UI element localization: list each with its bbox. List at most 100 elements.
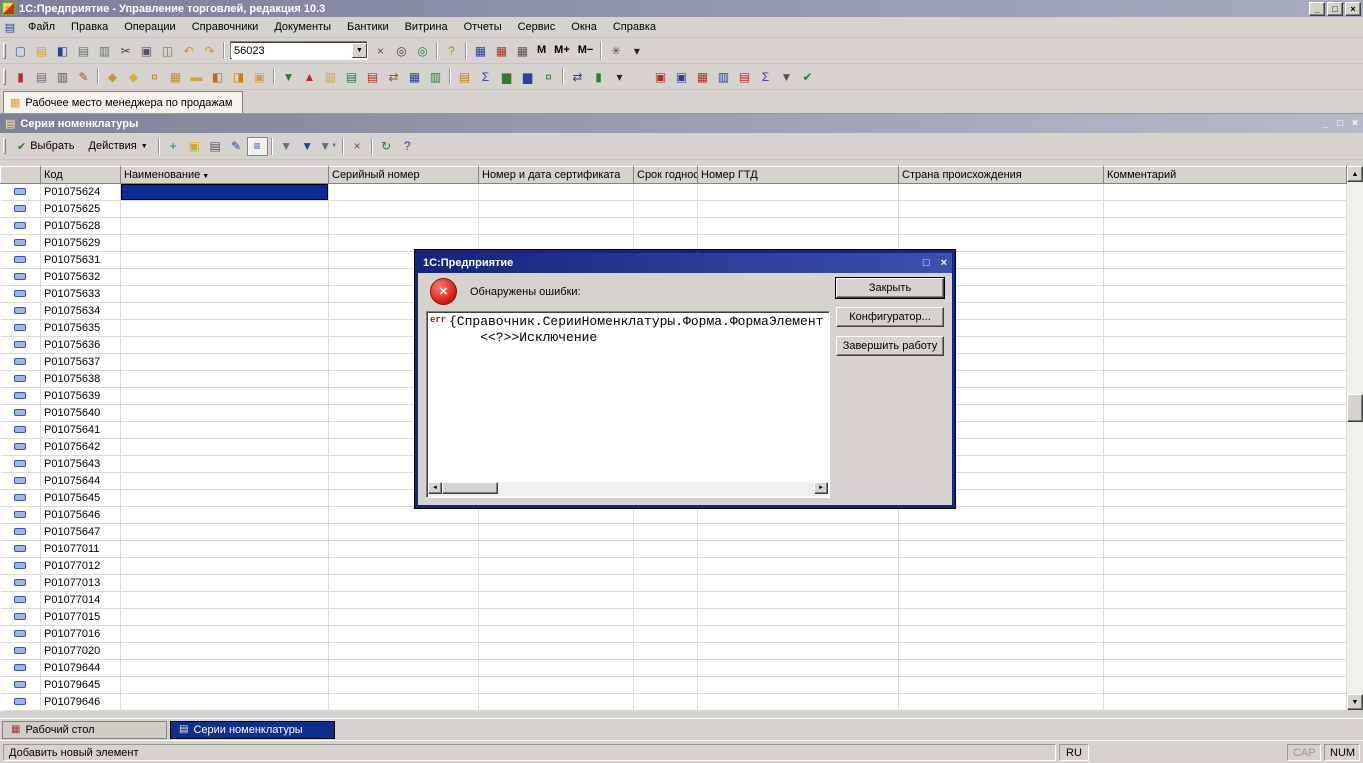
calculator-icon[interactable]: ▦ bbox=[512, 41, 533, 60]
cell[interactable] bbox=[478, 506, 634, 524]
toolbar-grip[interactable] bbox=[3, 68, 6, 85]
dialog-close-button[interactable]: × bbox=[941, 257, 947, 269]
error-text-area[interactable]: {Справочник.СерииНоменклатуры.Форма.Форм… bbox=[426, 311, 830, 498]
table-row[interactable]: P01075647 bbox=[0, 523, 1347, 541]
scroll-up-icon[interactable]: ▲ bbox=[1347, 166, 1363, 182]
cell[interactable] bbox=[697, 183, 899, 201]
invoice-icon[interactable]: ▥ bbox=[320, 67, 341, 86]
cell[interactable] bbox=[478, 540, 634, 558]
cell[interactable] bbox=[1103, 540, 1347, 558]
quick-select-combo-input[interactable] bbox=[231, 43, 352, 58]
table-row[interactable]: P01075629 bbox=[0, 234, 1347, 252]
menu-vitrina[interactable]: Витрина bbox=[397, 18, 456, 36]
cell-code[interactable]: P01077020 bbox=[40, 642, 121, 660]
child-minimize-button[interactable]: _ bbox=[1323, 118, 1329, 129]
green-journal-icon[interactable]: ▮ bbox=[588, 67, 609, 86]
cell[interactable] bbox=[898, 659, 1104, 677]
cell[interactable] bbox=[898, 506, 1104, 524]
cell[interactable] bbox=[633, 591, 698, 609]
cell-code[interactable]: P01075629 bbox=[40, 234, 121, 252]
scroll-down-icon[interactable]: ▼ bbox=[1347, 694, 1363, 710]
hint-icon[interactable]: ? bbox=[441, 41, 462, 60]
documents-journal-icon[interactable]: ▥ bbox=[52, 67, 73, 86]
cell-code[interactable]: P01075646 bbox=[40, 506, 121, 524]
crm-calendar-icon[interactable]: ▦ bbox=[692, 67, 713, 86]
save-icon[interactable]: ◧ bbox=[52, 41, 73, 60]
cell[interactable] bbox=[1103, 506, 1347, 524]
undo-icon[interactable]: ↶ bbox=[178, 41, 199, 60]
cell[interactable] bbox=[633, 642, 698, 660]
table-row[interactable]: P01077020 bbox=[0, 642, 1347, 660]
cell[interactable] bbox=[120, 251, 329, 269]
cell[interactable] bbox=[1103, 319, 1347, 337]
cell-code[interactable]: P01075645 bbox=[40, 489, 121, 507]
cell[interactable] bbox=[328, 625, 479, 643]
cell[interactable] bbox=[120, 370, 329, 388]
cell[interactable] bbox=[120, 285, 329, 303]
cell[interactable] bbox=[1103, 523, 1347, 541]
cell[interactable] bbox=[1103, 574, 1347, 592]
table-row[interactable]: P01077012 bbox=[0, 557, 1347, 575]
cell-code[interactable]: P01075638 bbox=[40, 370, 121, 388]
cell[interactable] bbox=[1103, 659, 1347, 677]
cell[interactable] bbox=[120, 557, 329, 575]
toolbar-grip[interactable] bbox=[3, 42, 6, 59]
stock-report-icon[interactable]: ▆ bbox=[517, 67, 538, 86]
cell[interactable] bbox=[898, 523, 1104, 541]
scroll-left-icon[interactable]: ◄ bbox=[428, 482, 442, 494]
print-icon[interactable]: ▤ bbox=[73, 41, 94, 60]
toolbar2-overflow-icon[interactable]: ▾ bbox=[609, 67, 630, 86]
cell[interactable] bbox=[120, 319, 329, 337]
table-row[interactable]: P01079646 bbox=[0, 693, 1347, 711]
cell[interactable] bbox=[120, 693, 329, 711]
cell[interactable] bbox=[1103, 438, 1347, 456]
filter-history-icon[interactable]: ▼ ▼ bbox=[318, 137, 339, 156]
open-icon[interactable]: ▤ bbox=[31, 41, 52, 60]
table-row[interactable]: P01077013 bbox=[0, 574, 1347, 592]
cell[interactable] bbox=[120, 336, 329, 354]
cell[interactable] bbox=[697, 557, 899, 575]
quick-select-combo[interactable]: ▼ bbox=[230, 41, 368, 60]
table-row[interactable]: P01077015 bbox=[0, 608, 1347, 626]
cell[interactable] bbox=[120, 455, 329, 473]
cell[interactable] bbox=[120, 625, 329, 643]
cell[interactable] bbox=[898, 625, 1104, 643]
column-header-code[interactable]: Код bbox=[40, 166, 121, 184]
find-next-icon[interactable]: ◎ bbox=[412, 41, 433, 60]
cell[interactable] bbox=[697, 625, 899, 643]
filter-by-value-icon[interactable]: ▼ bbox=[297, 137, 318, 156]
cell-code[interactable]: P01077016 bbox=[40, 625, 121, 643]
cell[interactable] bbox=[633, 557, 698, 575]
customize-icon[interactable]: ✳ bbox=[605, 41, 626, 60]
price-list-icon[interactable]: ▤ bbox=[454, 67, 475, 86]
cell[interactable] bbox=[120, 506, 329, 524]
cell-code[interactable]: P01075647 bbox=[40, 523, 121, 541]
cell[interactable] bbox=[328, 234, 479, 252]
cell[interactable] bbox=[120, 642, 329, 660]
cell[interactable] bbox=[120, 268, 329, 286]
cell[interactable] bbox=[697, 540, 899, 558]
cell[interactable] bbox=[898, 217, 1104, 235]
cell[interactable] bbox=[898, 693, 1104, 711]
cell-code[interactable]: P01075632 bbox=[40, 268, 121, 286]
cell[interactable] bbox=[1103, 404, 1347, 422]
cell[interactable] bbox=[328, 574, 479, 592]
cell-code[interactable]: P01075628 bbox=[40, 217, 121, 235]
cell-code[interactable]: P01075641 bbox=[40, 421, 121, 439]
cell-code[interactable]: P01075635 bbox=[40, 319, 121, 337]
cell-code[interactable]: P01077014 bbox=[40, 591, 121, 609]
methodology-book-icon[interactable]: ▮ bbox=[10, 67, 31, 86]
cell[interactable] bbox=[898, 557, 1104, 575]
cell[interactable] bbox=[120, 217, 329, 235]
cell[interactable] bbox=[120, 438, 329, 456]
tab-sales-manager-workplace[interactable]: ▦ Рабочее место менеджера по продажам bbox=[3, 91, 244, 113]
actions-menu-button[interactable]: Действия ▼ bbox=[82, 135, 155, 157]
menu-catalogs[interactable]: Справочники bbox=[184, 18, 267, 36]
help-icon[interactable]: ? bbox=[397, 137, 418, 156]
transfer-icon[interactable]: ⇄ bbox=[383, 67, 404, 86]
table-row[interactable]: P01075625 bbox=[0, 200, 1347, 218]
cell[interactable] bbox=[898, 234, 1104, 252]
shutdown-button[interactable]: Завершить работу bbox=[836, 336, 944, 356]
table-row[interactable]: P01079644 bbox=[0, 659, 1347, 677]
minimize-button[interactable]: _ bbox=[1309, 1, 1325, 16]
